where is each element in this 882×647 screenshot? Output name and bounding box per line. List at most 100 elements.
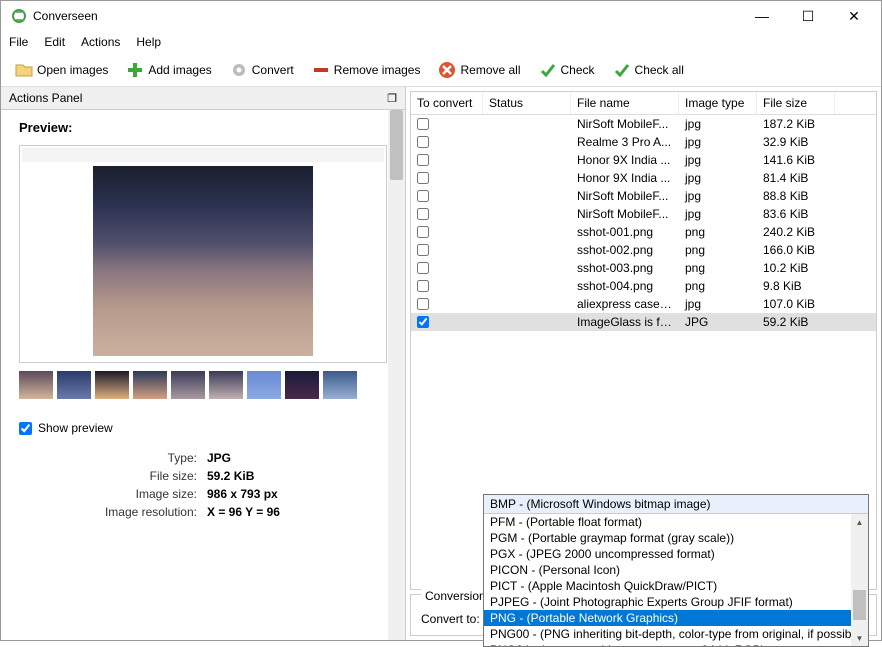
- thumbnail[interactable]: [133, 371, 167, 399]
- toolbar: Open images Add images Convert Remove im…: [1, 53, 881, 87]
- preview-thumbnails: [19, 371, 387, 399]
- row-filename: sshot-004.png: [571, 279, 679, 293]
- folder-open-icon: [15, 61, 33, 79]
- row-checkbox[interactable]: [417, 280, 429, 292]
- table-row[interactable]: Realme 3 Pro A...jpg32.9 KiB: [411, 133, 876, 151]
- thumbnail[interactable]: [171, 371, 205, 399]
- menu-actions[interactable]: Actions: [81, 35, 120, 49]
- row-checkbox[interactable]: [417, 244, 429, 256]
- dropdown-option[interactable]: PGX - (JPEG 2000 uncompressed format): [484, 546, 868, 562]
- menu-help[interactable]: Help: [136, 35, 161, 49]
- thumbnail[interactable]: [323, 371, 357, 399]
- row-filesize: 9.8 KiB: [757, 279, 835, 293]
- check-button[interactable]: Check: [533, 59, 601, 81]
- dropdown-option[interactable]: PICON - (Personal Icon): [484, 562, 868, 578]
- convert-button[interactable]: Convert: [224, 59, 300, 81]
- preview-label: Preview:: [19, 120, 387, 135]
- table-row[interactable]: Honor 9X India ...jpg81.4 KiB: [411, 169, 876, 187]
- remove-all-icon: [438, 61, 456, 79]
- table-row[interactable]: sshot-001.pngpng240.2 KiB: [411, 223, 876, 241]
- scroll-down-icon[interactable]: ▼: [851, 630, 868, 646]
- thumbnail[interactable]: [19, 371, 53, 399]
- row-imagetype: jpg: [679, 189, 757, 203]
- dropdown-option[interactable]: PICT - (Apple Macintosh QuickDraw/PICT): [484, 578, 868, 594]
- image-info: Type:JPG File size:59.2 KiB Image size:9…: [19, 451, 387, 523]
- row-filesize: 187.2 KiB: [757, 117, 835, 131]
- table-row[interactable]: sshot-003.pngpng10.2 KiB: [411, 259, 876, 277]
- row-imagetype: png: [679, 279, 757, 293]
- scroll-up-icon[interactable]: ▲: [851, 514, 868, 530]
- th-status[interactable]: Status: [483, 92, 571, 114]
- row-filename: Honor 9X India ...: [571, 171, 679, 185]
- dropdown-option[interactable]: PJPEG - (Joint Photographic Experts Grou…: [484, 594, 868, 610]
- remove-images-button[interactable]: Remove images: [306, 59, 427, 81]
- convert-to-dropdown-open[interactable]: BMP - (Microsoft Windows bitmap image) P…: [483, 494, 869, 647]
- actions-panel-title: Actions Panel: [9, 91, 82, 105]
- row-checkbox[interactable]: [417, 298, 429, 310]
- row-filename: NirSoft MobileF...: [571, 207, 679, 221]
- minus-icon: [312, 61, 330, 79]
- info-imgsize-value: 986 x 793 px: [197, 487, 278, 501]
- row-checkbox[interactable]: [417, 136, 429, 148]
- row-imagetype: jpg: [679, 153, 757, 167]
- show-preview-checkbox[interactable]: [19, 422, 32, 435]
- table-row[interactable]: aliexpress case.j...jpg107.0 KiB: [411, 295, 876, 313]
- check-all-button[interactable]: Check all: [607, 59, 690, 81]
- th-filename[interactable]: File name: [571, 92, 679, 114]
- left-scrollbar[interactable]: [388, 110, 405, 640]
- remove-all-button[interactable]: Remove all: [432, 59, 526, 81]
- row-imagetype: JPG: [679, 315, 757, 329]
- th-filesize[interactable]: File size: [757, 92, 835, 114]
- dropdown-scrollbar[interactable]: ▲ ▼: [851, 514, 868, 646]
- row-filename: Realme 3 Pro A...: [571, 135, 679, 149]
- th-toconvert[interactable]: To convert: [411, 92, 483, 114]
- table-row[interactable]: ImageGlass is fr...JPG59.2 KiB: [411, 313, 876, 331]
- th-imagetype[interactable]: Image type: [679, 92, 757, 114]
- app-icon: [11, 8, 27, 24]
- dropdown-option[interactable]: PGM - (Portable graymap format (gray sca…: [484, 530, 868, 546]
- close-button[interactable]: ✕: [831, 1, 877, 31]
- row-filename: sshot-001.png: [571, 225, 679, 239]
- thumbnail[interactable]: [209, 371, 243, 399]
- row-imagetype: png: [679, 225, 757, 239]
- row-filesize: 59.2 KiB: [757, 315, 835, 329]
- table-row[interactable]: sshot-002.pngpng166.0 KiB: [411, 241, 876, 259]
- row-filename: NirSoft MobileF...: [571, 117, 679, 131]
- dropdown-option[interactable]: PNG - (Portable Network Graphics): [484, 610, 868, 626]
- menu-edit[interactable]: Edit: [44, 35, 65, 49]
- thumbnail[interactable]: [247, 371, 281, 399]
- table-row[interactable]: NirSoft MobileF...jpg83.6 KiB: [411, 205, 876, 223]
- row-checkbox[interactable]: [417, 154, 429, 166]
- row-filesize: 141.6 KiB: [757, 153, 835, 167]
- actions-panel: Actions Panel ❐ Preview:: [1, 87, 406, 640]
- preview-image: [19, 145, 387, 363]
- table-row[interactable]: NirSoft MobileF...jpg88.8 KiB: [411, 187, 876, 205]
- panel-restore-icon[interactable]: ❐: [387, 92, 397, 105]
- dropdown-selected[interactable]: BMP - (Microsoft Windows bitmap image): [484, 495, 868, 514]
- dropdown-option[interactable]: PFM - (Portable float format): [484, 514, 868, 530]
- menubar: File Edit Actions Help: [1, 31, 881, 53]
- table-row[interactable]: NirSoft MobileF...jpg187.2 KiB: [411, 115, 876, 133]
- open-images-button[interactable]: Open images: [9, 59, 114, 81]
- row-checkbox[interactable]: [417, 118, 429, 130]
- row-imagetype: jpg: [679, 207, 757, 221]
- table-row[interactable]: Honor 9X India ...jpg141.6 KiB: [411, 151, 876, 169]
- row-checkbox[interactable]: [417, 190, 429, 202]
- row-checkbox[interactable]: [417, 208, 429, 220]
- thumbnail[interactable]: [57, 371, 91, 399]
- row-checkbox[interactable]: [417, 172, 429, 184]
- thumbnail[interactable]: [95, 371, 129, 399]
- add-images-button[interactable]: Add images: [120, 59, 217, 81]
- dropdown-option[interactable]: PNG00 - (PNG inheriting bit-depth, color…: [484, 626, 868, 642]
- dropdown-option[interactable]: PNG24 - (opaque or binary transparent 24…: [484, 642, 868, 646]
- row-imagetype: jpg: [679, 171, 757, 185]
- row-filesize: 10.2 KiB: [757, 261, 835, 275]
- row-checkbox[interactable]: [417, 226, 429, 238]
- minimize-button[interactable]: —: [739, 1, 785, 31]
- row-checkbox[interactable]: [417, 316, 429, 328]
- menu-file[interactable]: File: [9, 35, 28, 49]
- table-row[interactable]: sshot-004.pngpng9.8 KiB: [411, 277, 876, 295]
- maximize-button[interactable]: ☐: [785, 1, 831, 31]
- thumbnail[interactable]: [285, 371, 319, 399]
- row-checkbox[interactable]: [417, 262, 429, 274]
